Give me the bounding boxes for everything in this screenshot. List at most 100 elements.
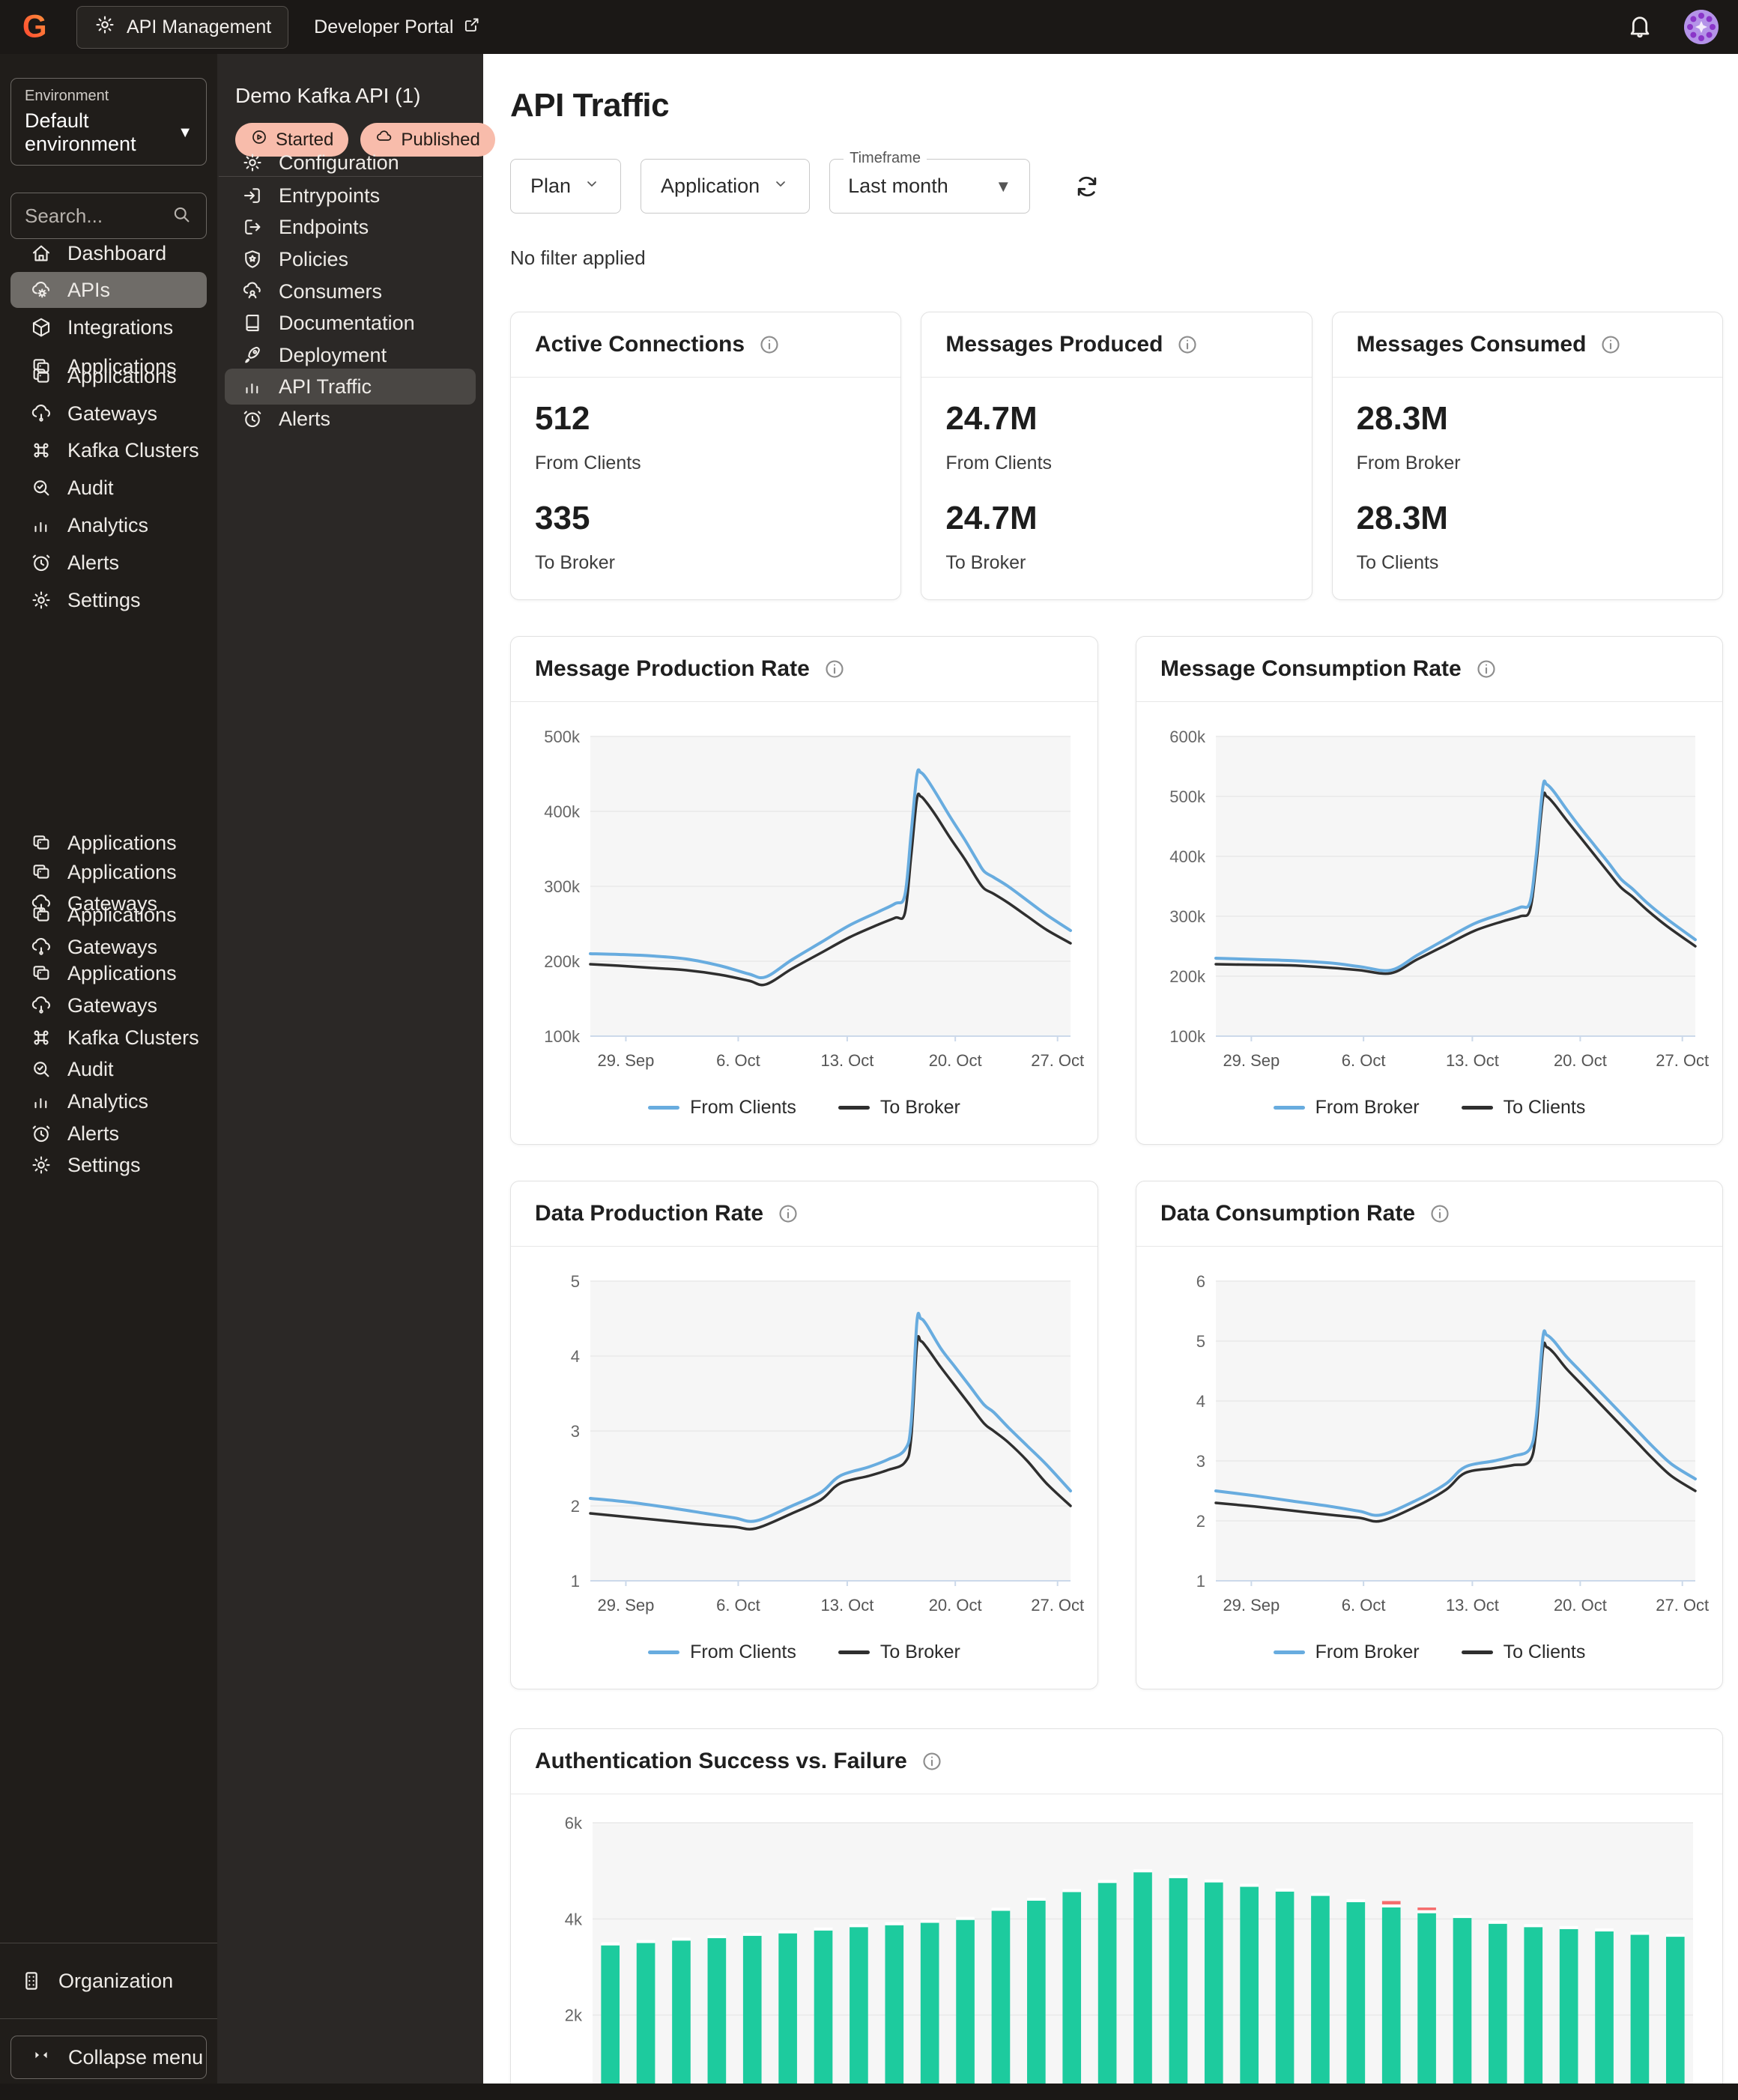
chart-legend: From Clients To Broker: [521, 1633, 1087, 1683]
svg-text:2: 2: [1196, 1512, 1205, 1531]
external-link-icon: [462, 15, 482, 40]
plan-filter-label: Plan: [530, 175, 572, 197]
sidebar-item-deployment[interactable]: Deployment: [225, 337, 476, 373]
gear-icon: [30, 589, 52, 611]
sidebar-item-audit[interactable]: Audit: [10, 470, 207, 506]
sidebar-item-analytics[interactable]: Analytics: [10, 1083, 207, 1119]
plan-filter-button[interactable]: Plan: [510, 159, 622, 214]
gravitee-logo-icon[interactable]: G: [19, 10, 54, 44]
stats-row: Active Connections 512 From Clients 335 …: [510, 312, 1723, 600]
legend-item-to-clients[interactable]: To Clients: [1461, 1097, 1585, 1119]
cloud-user-icon: [241, 280, 264, 303]
chart-title: Message Production Rate: [535, 656, 810, 681]
sidebar-item-alerts[interactable]: Alerts: [225, 401, 476, 437]
timeframe-select[interactable]: Timeframe Last month ▼: [829, 150, 1031, 214]
legend-line-swatch: [1273, 1650, 1305, 1654]
svg-text:27. Oct: 27. Oct: [1031, 1051, 1084, 1070]
app-switcher-button[interactable]: API Management: [76, 5, 289, 49]
copy-icon: [30, 832, 52, 854]
legend-item-to-broker[interactable]: To Broker: [838, 1641, 960, 1663]
sidebar-item-kafka-clusters[interactable]: Kafka Clusters: [10, 1020, 207, 1056]
sidebar-item-applications[interactable]: Applications: [10, 854, 207, 890]
card-title: Active Connections: [535, 332, 745, 357]
gear-icon: [241, 151, 264, 174]
arrow-out-box-icon: [241, 216, 264, 238]
sidebar-item-apis[interactable]: APIs: [10, 272, 207, 308]
sidebar-item-audit[interactable]: Audit: [10, 1051, 207, 1087]
copy-icon: [30, 365, 52, 387]
sidebar-item-consumers[interactable]: Consumers: [225, 273, 476, 309]
chart-legend: From Clients To Broker: [521, 1088, 1087, 1138]
rocket-icon: [241, 344, 264, 366]
sidebar-item-alerts[interactable]: Alerts: [10, 1116, 207, 1152]
svg-text:100k: 100k: [544, 1027, 581, 1046]
stat-value: 28.3M: [1356, 500, 1448, 536]
info-icon[interactable]: [777, 1202, 799, 1225]
sidebar-item-alerts[interactable]: Alerts: [10, 545, 207, 581]
sidebar-item-dashboard[interactable]: Dashboard: [10, 235, 207, 271]
info-icon[interactable]: [921, 1750, 943, 1773]
home-icon: [30, 242, 52, 264]
sidebar-item-integrations[interactable]: Integrations: [10, 309, 207, 345]
chart-legend: From Broker To Clients: [1147, 1633, 1712, 1683]
copy-icon: [30, 861, 52, 883]
info-icon[interactable]: [1599, 333, 1622, 356]
legend-line-swatch: [1461, 1650, 1493, 1654]
legend-item-to-broker[interactable]: To Broker: [838, 1097, 960, 1119]
cube-icon: [30, 316, 52, 339]
cloud-gear-icon: [30, 279, 52, 301]
sidebar-item-documentation[interactable]: Documentation: [225, 305, 476, 341]
sidebar-item-configuration[interactable]: Configuration: [225, 145, 476, 181]
sidebar-item-endpoints[interactable]: Endpoints: [225, 209, 476, 245]
sidebar-item-settings[interactable]: Settings: [10, 582, 207, 618]
info-icon[interactable]: [1475, 658, 1498, 680]
svg-text:20. Oct: 20. Oct: [1554, 1051, 1607, 1070]
message-consumption-rate-chart: 100k 200k 300k 400k 500k 600k 29. Sep 6. Oct 13.…: [1147, 709, 1712, 1088]
svg-text:4: 4: [1196, 1392, 1205, 1411]
api-nav: Configuration Entrypoints Endpoints Policie…: [217, 54, 483, 2100]
sidebar-nav: Dashboard APIs Integrations Applications Gat…: [0, 54, 217, 2100]
sidebar-item-policies[interactable]: Policies: [225, 241, 476, 277]
messages-consumed-card: Messages Consumed 28.3M From Broker 28.3…: [1331, 312, 1723, 600]
svg-text:300k: 300k: [544, 877, 581, 896]
sidebar-item-applications[interactable]: Applications: [10, 955, 207, 991]
sidebar-item-analytics[interactable]: Analytics: [10, 507, 207, 543]
sidebar-item-settings[interactable]: Settings: [10, 1147, 207, 1183]
svg-text:4k: 4k: [565, 1910, 583, 1928]
organization-label: Organization: [58, 1969, 174, 1992]
collapse-menu-button[interactable]: Collapse menu: [10, 2036, 207, 2079]
alarm-icon: [241, 408, 264, 430]
legend-item-to-clients[interactable]: To Clients: [1461, 1641, 1585, 1663]
info-icon[interactable]: [823, 658, 846, 680]
svg-text:6. Oct: 6. Oct: [716, 1596, 760, 1615]
sidebar-item-kafka-clusters[interactable]: Kafka Clusters: [10, 432, 207, 468]
notifications-bell-icon[interactable]: [1626, 11, 1654, 43]
svg-text:500k: 500k: [544, 727, 581, 746]
chart-title: Data Production Rate: [535, 1201, 764, 1226]
legend-item-from-broker[interactable]: From Broker: [1273, 1097, 1420, 1119]
sidebar-item-gateways[interactable]: Gateways: [10, 987, 207, 1023]
svg-text:G: G: [22, 10, 47, 43]
application-filter-button[interactable]: Application: [641, 159, 811, 214]
legend-item-from-clients[interactable]: From Clients: [648, 1641, 796, 1663]
user-avatar[interactable]: [1684, 10, 1719, 44]
sidebar-item-applications[interactable]: Applications: [10, 897, 207, 933]
legend-item-from-clients[interactable]: From Clients: [648, 1097, 796, 1119]
developer-portal-link[interactable]: Developer Portal: [314, 15, 482, 40]
info-icon[interactable]: [1176, 333, 1199, 356]
svg-text:27. Oct: 27. Oct: [1656, 1051, 1709, 1070]
copy-icon: [30, 962, 52, 984]
svg-text:200k: 200k: [544, 952, 581, 971]
sidebar-item-api-traffic[interactable]: API Traffic: [225, 369, 476, 405]
sidebar-item-organization[interactable]: Organization: [0, 1963, 217, 1999]
collapse-label: Collapse menu: [68, 2045, 204, 2069]
sidebar-item-entrypoints[interactable]: Entrypoints: [225, 178, 476, 214]
legend-item-from-broker[interactable]: From Broker: [1273, 1641, 1420, 1663]
cloud-pin-icon: [30, 402, 52, 425]
sidebar-item-applications[interactable]: Applications: [10, 358, 207, 394]
refresh-button[interactable]: [1072, 172, 1102, 202]
info-icon[interactable]: [758, 333, 781, 356]
info-icon[interactable]: [1429, 1202, 1451, 1225]
svg-text:400k: 400k: [1169, 847, 1206, 866]
sidebar-item-gateways[interactable]: Gateways: [10, 396, 207, 432]
